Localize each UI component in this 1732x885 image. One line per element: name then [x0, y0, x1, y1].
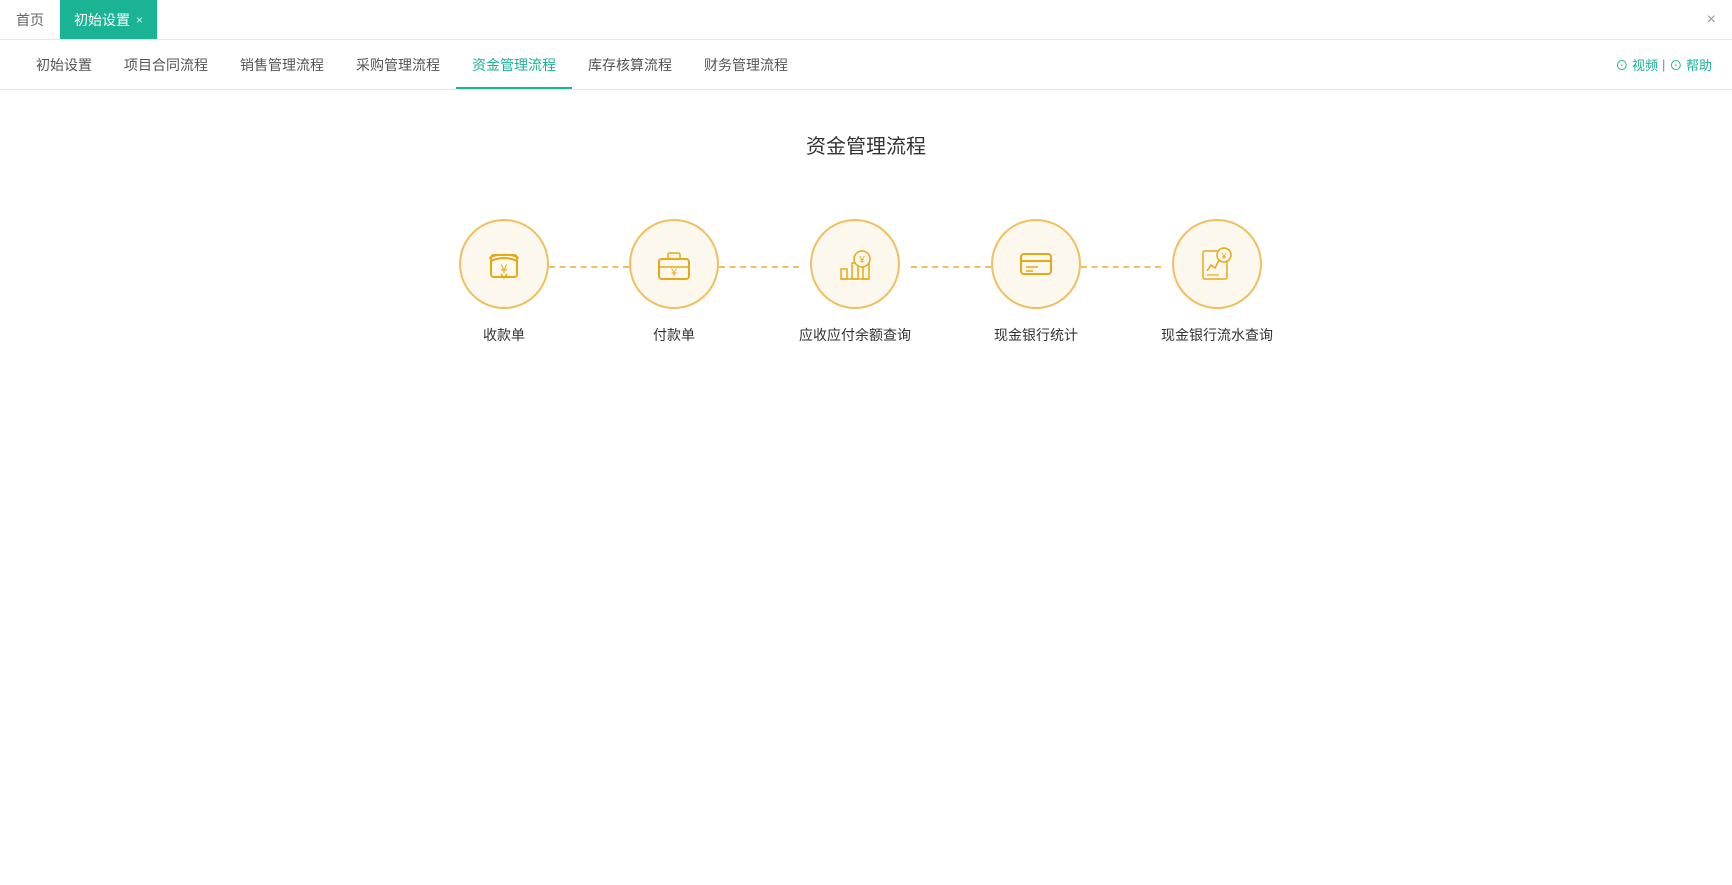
top-bar: 首页 初始设置 × ×: [0, 0, 1732, 40]
svg-text:¥: ¥: [858, 255, 865, 266]
receipt-svg: ¥: [481, 241, 527, 287]
nav-item-inventory-calculation[interactable]: 库存核算流程: [572, 40, 688, 89]
nav-item-sales-management[interactable]: 销售管理流程: [224, 40, 340, 89]
video-link[interactable]: ⊙ 视频: [1615, 55, 1658, 74]
nav-item-capital-management[interactable]: 资金管理流程: [456, 40, 572, 89]
cash-bank-flow-label: 现金银行流水查询: [1161, 325, 1273, 345]
connector-1: [549, 266, 629, 268]
payment-label: 付款单: [653, 325, 695, 345]
nav-item-initial-setup[interactable]: 初始设置: [20, 40, 108, 89]
home-tab[interactable]: 首页: [0, 0, 60, 39]
ar-ap-balance-label: 应收应付余额查询: [799, 325, 911, 345]
connector-3: [911, 266, 991, 268]
cash-bank-stats-icon-circle: [991, 219, 1081, 309]
cash-bank-stats-label: 现金银行统计: [994, 325, 1078, 345]
nav-right-links: ⊙ 视频 | ⊙ 帮助: [1615, 55, 1712, 74]
nav-item-financial-management[interactable]: 财务管理流程: [688, 40, 804, 89]
payment-icon-circle: ¥: [629, 219, 719, 309]
payment-svg: ¥: [651, 241, 697, 287]
receipt-label: 收款单: [483, 325, 525, 345]
nav-bar: 初始设置 项目合同流程 销售管理流程 采购管理流程 资金管理流程 库存核算流程 …: [0, 40, 1732, 90]
nav-item-project-contract[interactable]: 项目合同流程: [108, 40, 224, 89]
help-link[interactable]: ⊙ 帮助: [1669, 55, 1712, 74]
flow-item-receipt[interactable]: ¥ 收款单: [459, 219, 549, 345]
cash-bank-stats-svg: [1013, 241, 1059, 287]
nav-item-purchase-management[interactable]: 采购管理流程: [340, 40, 456, 89]
ar-ap-balance-icon-circle: ¥: [810, 219, 900, 309]
flow-container: ¥ 收款单 ¥ 付款单: [20, 219, 1712, 345]
svg-text:¥: ¥: [670, 267, 678, 279]
active-tab[interactable]: 初始设置 ×: [60, 0, 157, 39]
flow-item-cash-bank-stats[interactable]: 现金银行统计: [991, 219, 1081, 345]
connector-2: [719, 266, 799, 268]
receipt-icon-circle: ¥: [459, 219, 549, 309]
cash-bank-flow-svg: ¥: [1194, 241, 1240, 287]
cash-bank-flow-icon-circle: ¥: [1172, 219, 1262, 309]
main-content: 资金管理流程 ¥ 收款单: [0, 90, 1732, 385]
active-tab-label: 初始设置: [74, 10, 130, 30]
flow-item-ar-ap-balance[interactable]: ¥ 应收应付余额查询: [799, 219, 911, 345]
connector-4: [1081, 266, 1161, 268]
flow-item-payment[interactable]: ¥ 付款单: [629, 219, 719, 345]
window-close-button[interactable]: ×: [1691, 11, 1732, 29]
ar-ap-svg: ¥: [832, 241, 878, 287]
svg-text:¥: ¥: [1220, 251, 1227, 261]
flow-item-cash-bank-flow[interactable]: ¥ 现金银行流水查询: [1161, 219, 1273, 345]
tab-close-icon[interactable]: ×: [136, 13, 143, 27]
page-title: 资金管理流程: [806, 130, 926, 159]
